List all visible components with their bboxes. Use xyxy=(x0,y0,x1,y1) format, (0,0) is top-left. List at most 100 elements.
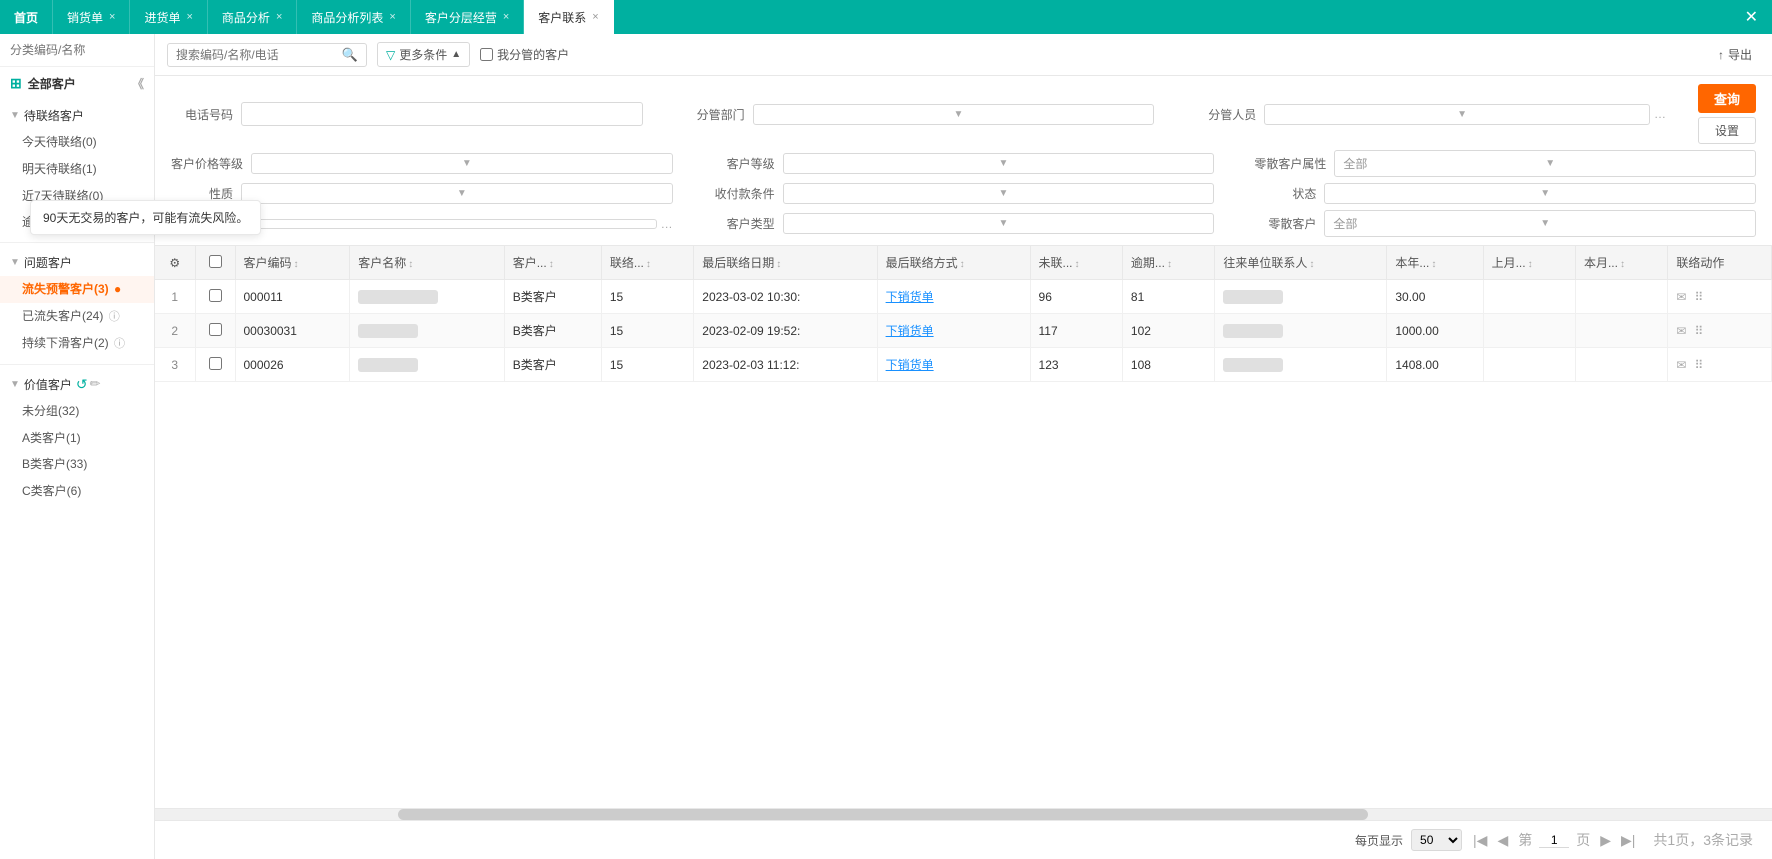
sidebar-item-tomorrow-pending[interactable]: 明天待联络(1) xyxy=(0,156,154,183)
action-message-icon-1[interactable]: ✉ xyxy=(1676,324,1686,338)
next-page-icon[interactable]: ▶ xyxy=(1597,832,1614,849)
page-label: 第 xyxy=(1515,830,1535,850)
close-purchase-tab-icon[interactable]: × xyxy=(186,11,192,23)
edit-icon[interactable]: ✏ xyxy=(90,376,101,392)
pagination: |◀ ◀ 第 页 ▶ ▶| 共1页，3条记录 xyxy=(1470,830,1756,850)
sidebar-item-a-class[interactable]: A类客户(1) xyxy=(0,425,154,452)
sidebar-item-c-class[interactable]: C类客户(6) xyxy=(0,478,154,505)
payment-select[interactable]: ▼ xyxy=(783,183,1215,204)
manager-select[interactable]: ▼ xyxy=(1264,104,1650,125)
sidebar-item-churned[interactable]: 已流失客户(24) ⓘ xyxy=(0,303,154,330)
customer-level-select[interactable]: ▼ xyxy=(783,153,1215,174)
col-this-year[interactable]: 本年...↕ xyxy=(1387,246,1483,280)
sidebar-item-declining[interactable]: 持续下滑客户(2) ⓘ xyxy=(0,330,154,357)
close-customer-contact-tab-icon[interactable]: × xyxy=(592,11,598,23)
more-conditions-button[interactable]: ▽ 更多条件 ▲ xyxy=(377,42,470,67)
col-contact-person[interactable]: 往来单位联系人↕ xyxy=(1215,246,1387,280)
row-select-0[interactable] xyxy=(209,289,222,302)
retail-customer-select[interactable]: 全部 ▼ xyxy=(1324,210,1756,237)
action-message-icon-2[interactable]: ✉ xyxy=(1676,358,1686,372)
row-select-1[interactable] xyxy=(209,323,222,336)
tab-customer-segment[interactable]: 客户分层经营 × xyxy=(411,0,524,34)
table-scrollbar[interactable] xyxy=(155,808,1772,820)
all-customers-header[interactable]: ⊞ 全部客户 《 xyxy=(0,67,154,100)
sidebar-group-title-pending[interactable]: ▼ 待联络客户 xyxy=(0,102,154,129)
col-contact-count[interactable]: 联络...↕ xyxy=(601,246,693,280)
region-select[interactable] xyxy=(251,219,657,229)
dept-select[interactable]: ▼ xyxy=(753,104,1155,125)
col-name[interactable]: 客户名称↕ xyxy=(350,246,505,280)
tab-home[interactable]: 首页 xyxy=(0,0,53,34)
row-last-method-0[interactable]: 下销货单 xyxy=(877,280,1030,314)
row-checkbox-0[interactable] xyxy=(195,280,235,314)
table-scrollbar-thumb[interactable] xyxy=(398,809,1368,820)
col-last-month[interactable]: 上月...↕ xyxy=(1483,246,1575,280)
filter-customer-type: 客户类型 ▼ xyxy=(713,213,1215,234)
row-last-method-2[interactable]: 下销货单 xyxy=(877,348,1030,382)
tab-sales[interactable]: 销货单 × xyxy=(53,0,130,34)
col-settings[interactable]: ⚙ xyxy=(155,246,195,280)
sidebar-group-value: ▼ 价值客户 ↺ ✏ 未分组(32) A类客户(1) B类客户(33) C类客户… xyxy=(0,369,154,507)
search-input[interactable] xyxy=(176,48,342,62)
sidebar-item-today-pending[interactable]: 今天待联络(0) xyxy=(0,129,154,156)
col-last-method[interactable]: 最后联络方式↕ xyxy=(877,246,1030,280)
action-more-icon-0[interactable]: ⠿ xyxy=(1694,290,1703,304)
sidebar-search-input[interactable] xyxy=(10,43,155,57)
sidebar-item-b-class[interactable]: B类客户(33) xyxy=(0,451,154,478)
sidebar-item-ungroup[interactable]: 未分组(32) xyxy=(0,398,154,425)
my-customers-checkbox-wrapper[interactable]: 我分管的客户 xyxy=(480,46,569,63)
close-customer-segment-tab-icon[interactable]: × xyxy=(503,11,509,23)
row-checkbox-2[interactable] xyxy=(195,348,235,382)
search-bar-icon[interactable]: 🔍 xyxy=(342,47,358,63)
page-size-select[interactable]: 50 100 200 xyxy=(1411,829,1462,851)
status-select[interactable]: ▼ xyxy=(1324,183,1756,204)
filter-bar: 🔍 ▽ 更多条件 ▲ 我分管的客户 ↑ 导出 xyxy=(155,34,1772,76)
action-more-icon-1[interactable]: ⠿ xyxy=(1694,324,1703,338)
tab-purchase[interactable]: 进货单 × xyxy=(130,0,207,34)
select-all-checkbox[interactable] xyxy=(209,255,222,268)
col-this-month[interactable]: 本月...↕ xyxy=(1575,246,1667,280)
row-select-2[interactable] xyxy=(209,357,222,370)
query-button[interactable]: 查询 xyxy=(1698,84,1756,113)
first-page-icon[interactable]: |◀ xyxy=(1470,832,1490,849)
tab-product-analysis[interactable]: 商品分析 × xyxy=(208,0,297,34)
export-button[interactable]: ↑ 导出 xyxy=(1710,43,1760,66)
my-customers-checkbox[interactable] xyxy=(480,48,493,61)
col-type[interactable]: 客户...↕ xyxy=(504,246,601,280)
row-last-month-0 xyxy=(1483,280,1575,314)
col-last-date[interactable]: 最后联络日期↕ xyxy=(694,246,877,280)
col-code[interactable]: 客户编码↕ xyxy=(235,246,350,280)
last-page-icon[interactable]: ▶| xyxy=(1618,832,1638,849)
sidebar-item-churn-warning[interactable]: 流失预警客户(3) ● xyxy=(0,276,154,303)
col-overdue[interactable]: 逾期...↕ xyxy=(1122,246,1214,280)
page-number-input[interactable] xyxy=(1539,833,1569,848)
gender-select[interactable]: ▼ xyxy=(241,183,673,204)
tab-product-list[interactable]: 商品分析列表 × xyxy=(297,0,410,34)
filter-phone: 电话号码 xyxy=(171,102,643,126)
manager-dots-icon[interactable]: … xyxy=(1654,107,1666,121)
row-last-method-1[interactable]: 下销货单 xyxy=(877,314,1030,348)
tab-customer-contact[interactable]: 客户联系 × xyxy=(524,0,613,34)
row-checkbox-1[interactable] xyxy=(195,314,235,348)
close-product-analysis-tab-icon[interactable]: × xyxy=(276,11,282,23)
close-sales-tab-icon[interactable]: × xyxy=(109,11,115,23)
customer-table: ⚙ 客户编码↕ 客户名称↕ 客户...↕ 联络...↕ 最后联络日期↕ 最后联络… xyxy=(155,246,1772,382)
top-tabbar: 首页 销货单 × 进货单 × 商品分析 × 商品分析列表 × 客户分层经营 × … xyxy=(0,0,1772,34)
col-uncontacted[interactable]: 未联...↕ xyxy=(1030,246,1122,280)
customer-type-select[interactable]: ▼ xyxy=(783,213,1215,234)
prev-page-icon[interactable]: ◀ xyxy=(1494,832,1511,849)
action-message-icon-0[interactable]: ✉ xyxy=(1676,290,1686,304)
refresh-icon[interactable]: ↺ xyxy=(76,376,88,393)
settings-button[interactable]: 设置 xyxy=(1698,117,1756,144)
close-product-list-tab-icon[interactable]: × xyxy=(389,11,395,23)
window-close-icon[interactable]: ✕ xyxy=(1731,7,1772,27)
sidebar-group-title-problem[interactable]: ▼ 问题客户 xyxy=(0,249,154,276)
sidebar-group-title-value[interactable]: ▼ 价值客户 ↺ ✏ xyxy=(0,371,154,398)
retail-attr-select[interactable]: 全部 ▼ xyxy=(1334,150,1756,177)
row-name-2 xyxy=(350,348,505,382)
phone-input[interactable] xyxy=(241,102,643,126)
price-level-select[interactable]: ▼ xyxy=(251,153,673,174)
action-more-icon-2[interactable]: ⠿ xyxy=(1694,358,1703,372)
region-dots-icon[interactable]: … xyxy=(661,217,673,231)
col-checkbox[interactable] xyxy=(195,246,235,280)
